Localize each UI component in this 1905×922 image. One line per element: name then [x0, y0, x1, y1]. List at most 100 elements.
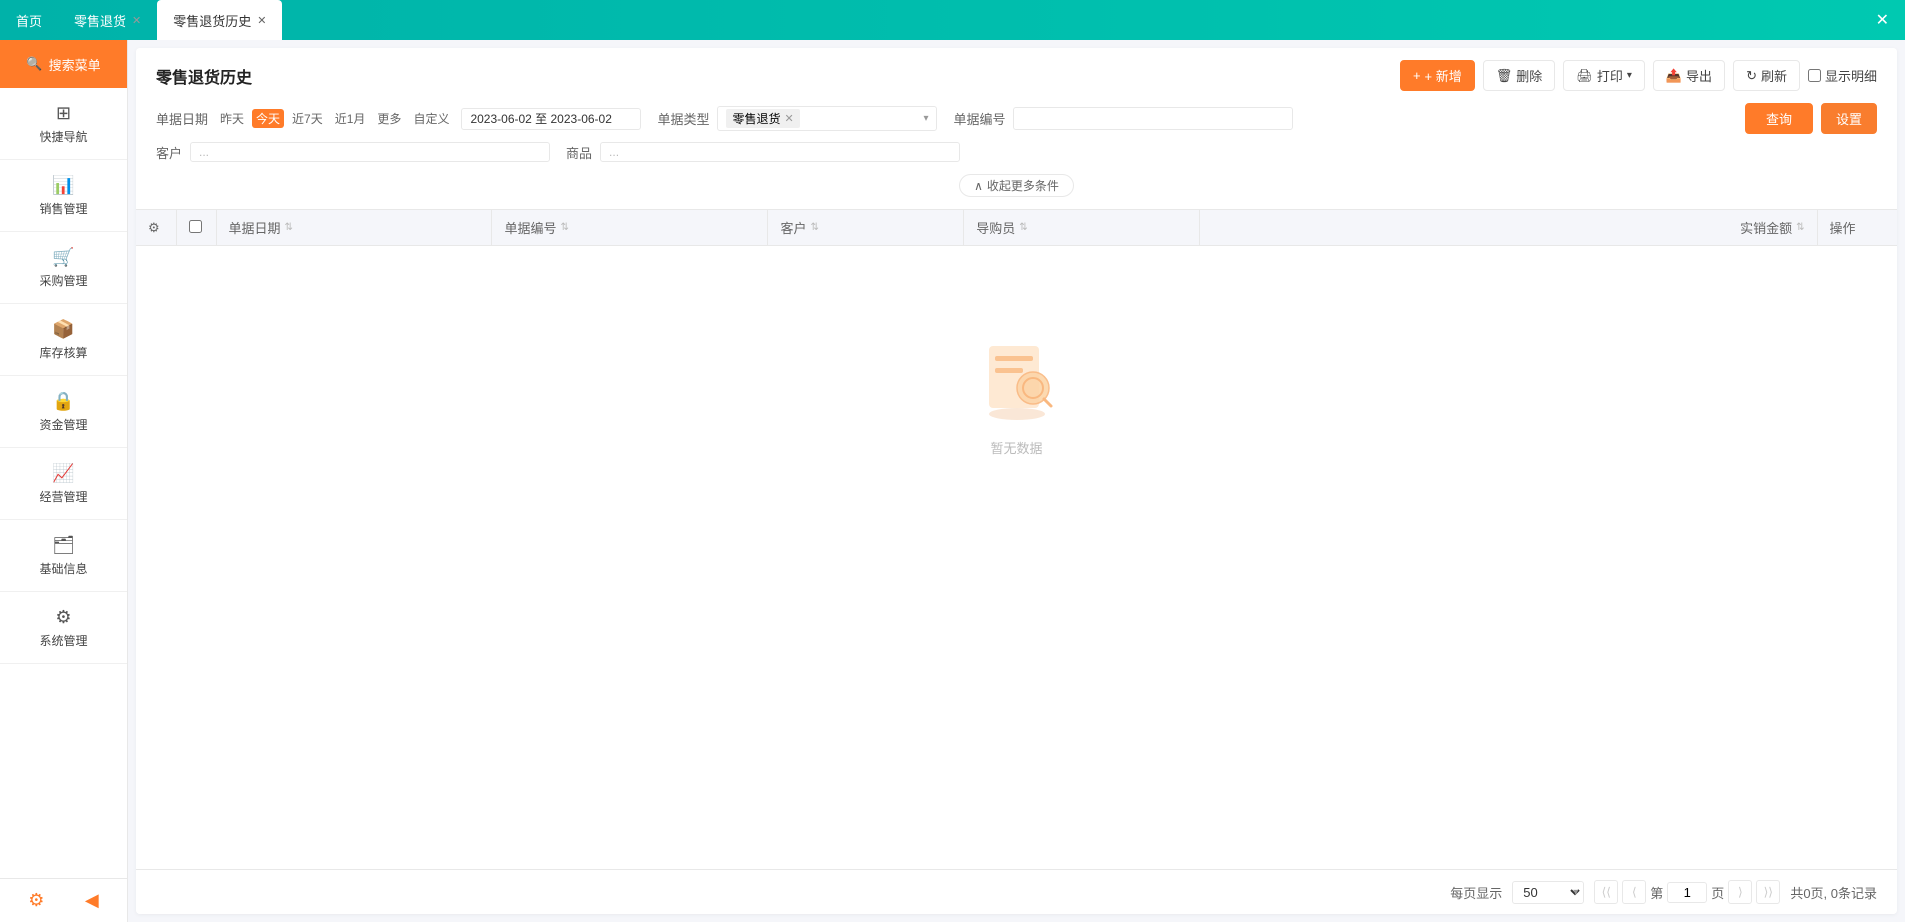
page-size-label: 每页显示	[1450, 883, 1502, 902]
print-button[interactable]: 🖨 打印 ▾	[1563, 60, 1645, 91]
sidebar-item-purchase-label: 采购管理	[39, 272, 87, 289]
sidebar-search-label: 搜索菜单	[49, 55, 101, 74]
sidebar-item-sales[interactable]: 📊 销售管理	[0, 160, 127, 232]
sidebar-item-system-label: 系统管理	[39, 632, 87, 649]
shortcut-7days[interactable]: 近7天	[288, 109, 327, 128]
delete-button[interactable]: 🗑 删除	[1483, 60, 1556, 91]
voucher-type-dropdown-icon: ▾	[923, 113, 928, 124]
sidebar-item-operations[interactable]: 📈 经营管理	[0, 448, 127, 520]
select-all-checkbox[interactable]	[189, 220, 202, 233]
date-range-input[interactable]	[461, 108, 641, 130]
goods-placeholder: ...	[609, 145, 619, 159]
tab-list: 首页 零售退货 ✕ 零售退货历史 ✕	[0, 0, 1860, 40]
sidebar-item-quick-nav-label: 快捷导航	[39, 128, 87, 145]
th-action-label: 操作	[1830, 221, 1856, 236]
th-amount[interactable]: 实销金额 ⇅	[1200, 210, 1817, 246]
page-label: 页	[1711, 883, 1724, 902]
th-guide[interactable]: 导购员 ⇅	[964, 210, 1200, 246]
voucher-type-tag-close[interactable]: ✕	[784, 112, 793, 125]
th-number[interactable]: 单据编号 ⇅	[492, 210, 768, 246]
new-label: + 新增	[1425, 66, 1462, 85]
filter-group-goods: 商品 ...	[566, 142, 960, 162]
settings-col-icon: ⚙	[148, 220, 160, 235]
filter-row-2: 客户 ... 商品 ...	[156, 142, 1877, 162]
content-inner: 零售退货历史 + + 新增 🗑 删除 🖨 打印	[136, 48, 1897, 914]
page-title: 零售退货历史	[156, 64, 252, 88]
tab-return[interactable]: 零售退货 ✕	[58, 0, 157, 40]
page-number-input[interactable]	[1667, 882, 1707, 903]
first-page-button[interactable]: ⟨⟨	[1594, 880, 1618, 904]
shortcut-1month[interactable]: 近1月	[331, 109, 370, 128]
th-date[interactable]: 单据日期 ⇅	[216, 210, 492, 246]
prev-page-button[interactable]: ⟨	[1622, 880, 1646, 904]
voucher-number-label: 单据编号	[953, 109, 1005, 128]
voucher-type-tag: 零售退货 ✕	[726, 109, 799, 128]
export-button[interactable]: 📤 导出	[1653, 60, 1725, 91]
empty-text: 暂无数据	[990, 438, 1042, 457]
sidebar-item-basic-info-label: 基础信息	[39, 560, 87, 577]
query-button[interactable]: 查询	[1745, 103, 1813, 134]
refresh-button[interactable]: ↻ 刷新	[1733, 60, 1800, 91]
th-guide-sort-icon: ⇅	[1019, 222, 1027, 233]
sidebar-item-basic-info[interactable]: 🗂 基础信息	[0, 520, 127, 592]
settings-icon[interactable]: ⚙	[28, 890, 44, 911]
window-close-icon[interactable]: ✕	[1876, 10, 1889, 30]
filter-group-customer: 客户 ...	[156, 142, 550, 162]
table-area: ⚙ 单据日期 ⇅	[136, 210, 1897, 869]
sales-icon: 📊	[53, 174, 75, 196]
page-size-select[interactable]: 10 20 50 100	[1512, 881, 1584, 904]
window-controls: ✕	[1860, 10, 1905, 30]
sidebar-search[interactable]: 🔍 搜索菜单	[0, 40, 127, 88]
tab-return-history-close[interactable]: ✕	[257, 14, 266, 27]
inventory-icon: 📦	[53, 318, 75, 340]
page-header: 零售退货历史 + + 新增 🗑 删除 🖨 打印	[136, 48, 1897, 210]
sidebar-item-system[interactable]: ⚙ 系统管理	[0, 592, 127, 664]
sidebar-nav: ⊞ 快捷导航 📊 销售管理 🛒 采购管理 📦 库存核算 🔒 资金管理 📈	[0, 88, 127, 878]
customer-input[interactable]: ...	[190, 142, 550, 162]
new-button[interactable]: + + 新增	[1400, 60, 1475, 91]
settings-filter-button[interactable]: 设置	[1821, 103, 1877, 134]
customer-label: 客户	[156, 143, 182, 162]
th-number-label: 单据编号	[504, 218, 556, 237]
th-number-sort-icon: ⇅	[561, 222, 569, 233]
purchase-icon: 🛒	[53, 246, 75, 268]
shortcut-more[interactable]: 更多	[373, 109, 405, 128]
sidebar-item-inventory[interactable]: 📦 库存核算	[0, 304, 127, 376]
sidebar-item-purchase[interactable]: 🛒 采购管理	[0, 232, 127, 304]
table-header-row: ⚙ 单据日期 ⇅	[136, 210, 1897, 246]
shortcut-today[interactable]: 今天	[252, 109, 284, 128]
next-page-button[interactable]: ⟩	[1728, 880, 1752, 904]
shortcut-custom[interactable]: 自定义	[409, 109, 453, 128]
th-amount-sort-icon: ⇅	[1796, 222, 1804, 233]
collapse-button[interactable]: ∧ 收起更多条件	[959, 174, 1074, 197]
th-checkbox[interactable]	[176, 210, 216, 246]
sidebar-item-inventory-label: 库存核算	[39, 344, 87, 361]
voucher-type-label: 单据类型	[657, 109, 709, 128]
shortcut-yesterday[interactable]: 昨天	[216, 109, 248, 128]
filter-area: 单据日期 昨天 今天 近7天 近1月 更多 自定义	[156, 103, 1877, 209]
goods-input[interactable]: ...	[600, 142, 960, 162]
tab-return-close[interactable]: ✕	[132, 14, 141, 27]
sidebar-item-operations-label: 经营管理	[39, 488, 87, 505]
sidebar-item-quick-nav[interactable]: ⊞ 快捷导航	[0, 88, 127, 160]
collapse-icon[interactable]: ◀	[85, 890, 99, 911]
voucher-type-tag-text: 零售退货	[732, 110, 780, 127]
voucher-number-input[interactable]	[1013, 107, 1293, 130]
quick-nav-icon: ⊞	[53, 102, 75, 124]
th-settings[interactable]: ⚙	[136, 210, 176, 246]
last-page-button[interactable]: ⟩⟩	[1756, 880, 1780, 904]
th-customer[interactable]: 客户 ⇅	[768, 210, 964, 246]
display-toggle-checkbox[interactable]	[1808, 69, 1821, 82]
voucher-type-input[interactable]: 零售退货 ✕ ▾	[717, 106, 937, 131]
new-icon: +	[1413, 68, 1421, 83]
sidebar-item-finance[interactable]: 🔒 资金管理	[0, 376, 127, 448]
export-label: 导出	[1686, 66, 1712, 85]
tab-home[interactable]: 首页	[0, 0, 58, 40]
main-layout: 🔍 搜索菜单 ⊞ 快捷导航 📊 销售管理 🛒 采购管理 📦 库存核算 🔒	[0, 40, 1905, 922]
data-table: ⚙ 单据日期 ⇅	[136, 210, 1897, 246]
sidebar-item-finance-label: 资金管理	[39, 416, 87, 433]
display-toggle[interactable]: 显示明细	[1808, 66, 1877, 85]
tab-return-history[interactable]: 零售退货历史 ✕	[157, 0, 282, 40]
th-date-label: 单据日期	[229, 218, 281, 237]
page-title-row: 零售退货历史 + + 新增 🗑 删除 🖨 打印	[156, 60, 1877, 91]
